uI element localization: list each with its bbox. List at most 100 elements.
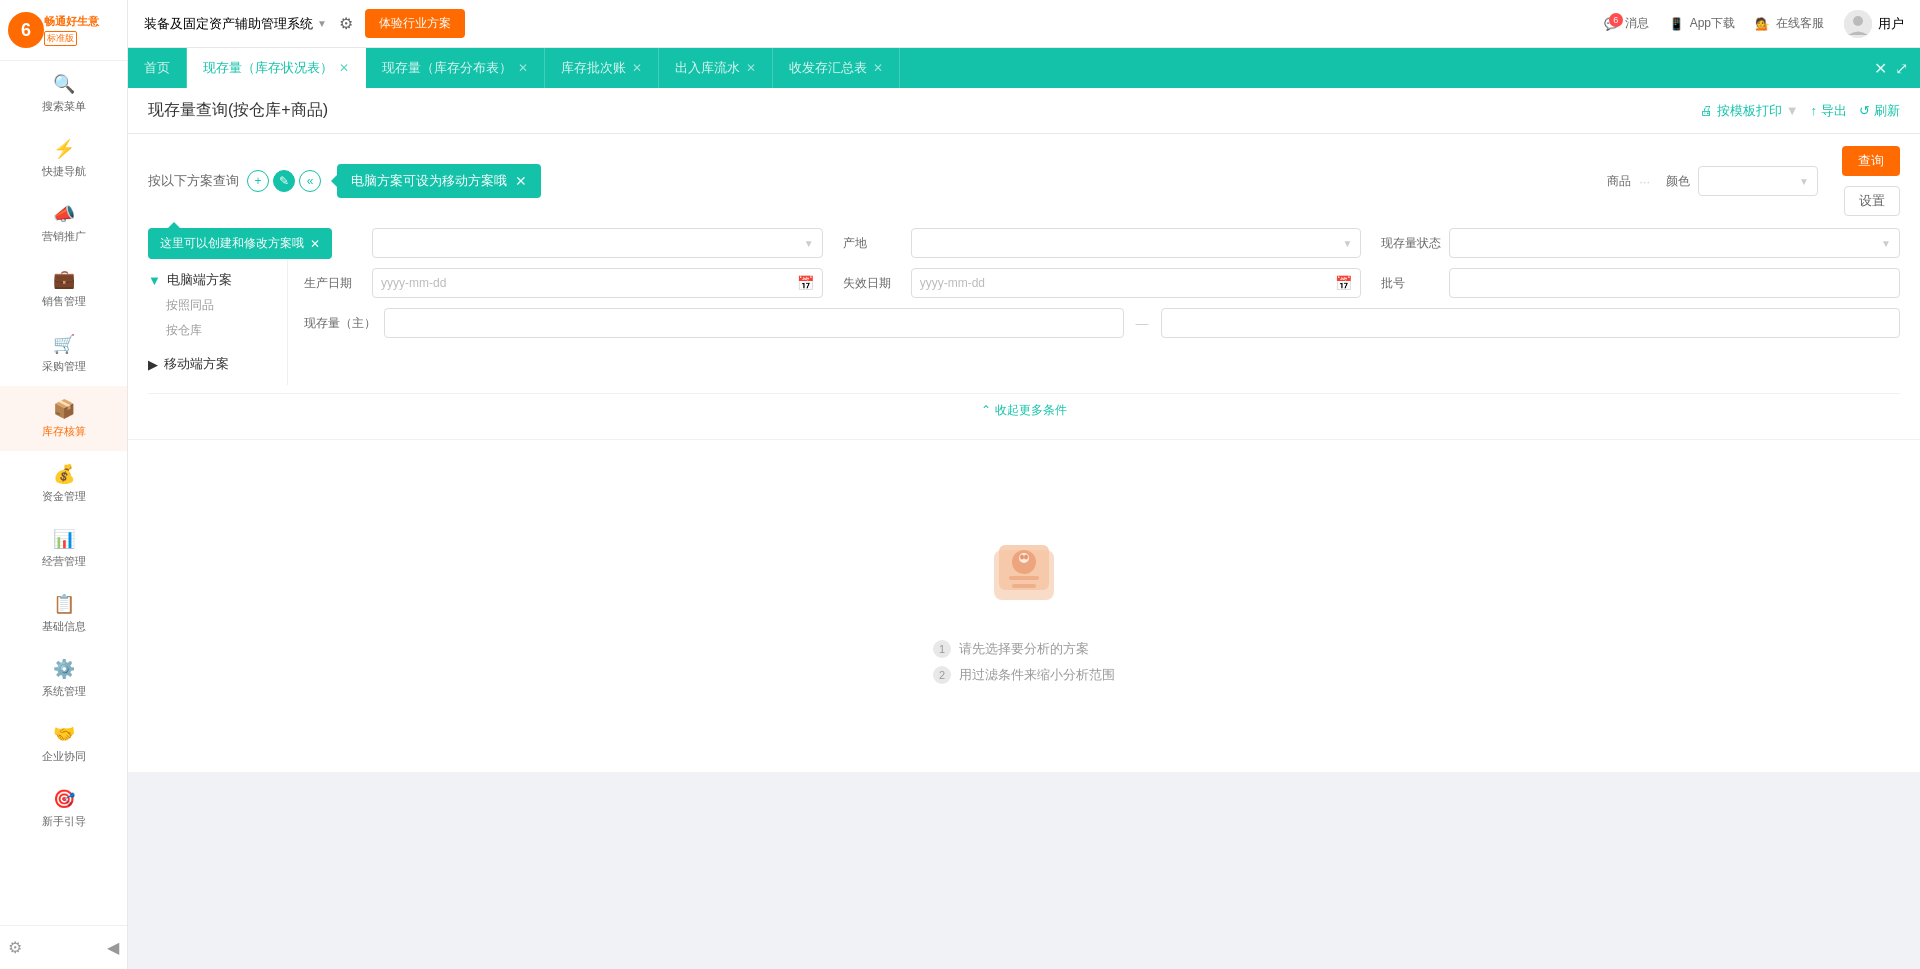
print-icon: 🖨 bbox=[1700, 103, 1713, 118]
tab-close-inout-flow[interactable]: ✕ bbox=[746, 61, 756, 75]
goods-filter-header: 商品 ··· bbox=[1607, 173, 1650, 190]
sidebar-label-marketing: 营销推广 bbox=[42, 229, 86, 244]
refresh-button[interactable]: ↺ 刷新 bbox=[1859, 102, 1900, 120]
search-button-group: 查询 设置 bbox=[1834, 146, 1900, 216]
tab-inventory-dist[interactable]: 现存量（库存分布表） ✕ bbox=[366, 48, 545, 88]
sidebar-item-system[interactable]: ⚙️ 系统管理 bbox=[0, 646, 127, 711]
filter-section: 按以下方案查询 + ✎ « 电脑方案可设为移动方案哦 ✕ 商品 bbox=[128, 134, 1920, 440]
tab-close-all-icon[interactable]: ✕ bbox=[1874, 59, 1887, 78]
filter-controls: + ✎ « bbox=[247, 170, 321, 192]
finance-icon: 💰 bbox=[53, 463, 75, 485]
stock-status-select[interactable]: ▼ bbox=[1449, 228, 1900, 258]
batch-input[interactable] bbox=[1449, 268, 1900, 298]
sidebar-label-operations: 经营管理 bbox=[42, 554, 86, 569]
tooltip-arrow bbox=[168, 222, 180, 228]
sidebar-label-inventory: 库存核算 bbox=[42, 424, 86, 439]
tab-close-inventory-status[interactable]: ✕ bbox=[339, 61, 349, 75]
sidebar-item-operations[interactable]: 📊 经营管理 bbox=[0, 516, 127, 581]
phone-icon: 📱 bbox=[1669, 17, 1684, 31]
print-button[interactable]: 🖨 按模板打印 ▼ bbox=[1700, 102, 1799, 120]
scheme-tooltip-text: 电脑方案可设为移动方案哦 bbox=[351, 172, 507, 190]
app-download-item[interactable]: 📱 App下载 bbox=[1669, 15, 1735, 32]
tab-batch-account[interactable]: 库存批次账 ✕ bbox=[545, 48, 659, 88]
search-icon: 🔍 bbox=[53, 73, 75, 95]
sidebar-item-inventory[interactable]: 📦 库存核算 bbox=[0, 386, 127, 451]
filter-row-1: 尺码 ▼ 产地 ▼ bbox=[304, 228, 1900, 258]
tab-inventory-status[interactable]: 现存量（库存状况表） ✕ bbox=[187, 48, 366, 88]
empty-step-1: 1 请先选择要分析的方案 bbox=[933, 640, 1115, 658]
system-icon: ⚙️ bbox=[53, 658, 75, 680]
edit-scheme-button[interactable]: ✎ bbox=[273, 170, 295, 192]
size-select[interactable]: ▼ bbox=[372, 228, 823, 258]
reset-button[interactable]: 设置 bbox=[1844, 186, 1900, 216]
sidebar-item-search[interactable]: 🔍 搜索菜单 bbox=[0, 61, 127, 126]
tab-close-batch-account[interactable]: ✕ bbox=[632, 61, 642, 75]
sidebar-label-enterprise: 企业协同 bbox=[42, 749, 86, 764]
stock-qty-max-text[interactable] bbox=[1170, 316, 1892, 330]
scheme-tooltip-close[interactable]: ✕ bbox=[515, 173, 527, 189]
sidebar-item-purchase[interactable]: 🛒 采购管理 bbox=[0, 321, 127, 386]
sidebar-item-finance[interactable]: 💰 资金管理 bbox=[0, 451, 127, 516]
tab-receive-summary[interactable]: 收发存汇总表 ✕ bbox=[773, 48, 900, 88]
stock-qty-max-input[interactable] bbox=[1161, 308, 1901, 338]
stock-qty-min-input[interactable] bbox=[384, 308, 1124, 338]
export-icon: ↑ bbox=[1811, 103, 1818, 118]
expiry-date-input[interactable]: yyyy-mm-dd 📅 bbox=[911, 268, 1362, 298]
header-settings-icon[interactable]: ⚙ bbox=[339, 14, 353, 33]
main-area: 装备及固定资产辅助管理系统 ▼ ⚙ 体验行业方案 💬 6 消息 📱 App下载 … bbox=[128, 0, 1920, 969]
sidebar-item-guide[interactable]: 🎯 新手引导 bbox=[0, 776, 127, 841]
message-label: 消息 bbox=[1625, 15, 1649, 32]
user-info[interactable]: 用户 bbox=[1844, 10, 1904, 38]
support-item[interactable]: 💁 在线客服 bbox=[1755, 15, 1824, 32]
origin-select[interactable]: ▼ bbox=[911, 228, 1362, 258]
scheme-item-1[interactable]: 按照同品 bbox=[148, 293, 275, 318]
stock-qty-min-text[interactable] bbox=[393, 316, 1115, 330]
username-label: 用户 bbox=[1878, 15, 1904, 33]
tab-close-receive-summary[interactable]: ✕ bbox=[873, 61, 883, 75]
add-scheme-button[interactable]: + bbox=[247, 170, 269, 192]
step1-text: 请先选择要分析的方案 bbox=[959, 640, 1089, 658]
tab-actions: ✕ ⤢ bbox=[1862, 59, 1920, 78]
tab-inout-flow-label: 出入库流水 bbox=[675, 59, 740, 77]
message-item[interactable]: 💬 6 消息 bbox=[1604, 15, 1649, 32]
mobile-scheme-title[interactable]: ▶ 移动端方案 bbox=[148, 351, 275, 377]
batch-text-input[interactable] bbox=[1458, 276, 1891, 290]
system-select[interactable]: 装备及固定资产辅助管理系统 ▼ bbox=[144, 15, 327, 33]
tab-inout-flow[interactable]: 出入库流水 ✕ bbox=[659, 48, 773, 88]
tab-close-inventory-dist[interactable]: ✕ bbox=[518, 61, 528, 75]
production-calendar-icon: 📅 bbox=[797, 275, 814, 291]
tab-maximize-icon[interactable]: ⤢ bbox=[1895, 59, 1908, 78]
collapse-icon[interactable]: ◀ bbox=[107, 938, 119, 957]
color-select[interactable]: ▼ bbox=[1698, 166, 1818, 196]
sidebar-item-enterprise[interactable]: 🤝 企业协同 bbox=[0, 711, 127, 776]
support-icon: 💁 bbox=[1755, 17, 1770, 31]
user-avatar bbox=[1844, 10, 1872, 38]
sidebar-item-marketing[interactable]: 📣 营销推广 bbox=[0, 191, 127, 256]
desktop-arrow: ▼ bbox=[148, 273, 161, 288]
empty-state: 1 请先选择要分析的方案 2 用过滤条件来缩小分析范围 bbox=[128, 440, 1920, 772]
tab-home[interactable]: 首页 bbox=[128, 48, 187, 88]
create-tooltip-close[interactable]: ✕ bbox=[310, 237, 320, 251]
sidebar-label-search: 搜索菜单 bbox=[42, 99, 86, 114]
production-date-input[interactable]: yyyy-mm-dd 📅 bbox=[372, 268, 823, 298]
sidebar-item-basic[interactable]: 📋 基础信息 bbox=[0, 581, 127, 646]
header-right: 💬 6 消息 📱 App下载 💁 在线客服 用户 bbox=[1604, 10, 1904, 38]
settings-bottom-icon[interactable]: ⚙ bbox=[8, 938, 22, 957]
desktop-scheme-title[interactable]: ▼ 电脑端方案 bbox=[148, 267, 275, 293]
app-label: App下载 bbox=[1690, 15, 1735, 32]
create-scheme-tooltip: 这里可以创建和修改方案哦 ✕ bbox=[148, 228, 332, 259]
scheme-item-2[interactable]: 按仓库 bbox=[148, 318, 275, 343]
trial-button[interactable]: 体验行业方案 bbox=[365, 9, 465, 38]
back-scheme-button[interactable]: « bbox=[299, 170, 321, 192]
export-button[interactable]: ↑ 导出 bbox=[1811, 102, 1848, 120]
svg-rect-5 bbox=[1009, 576, 1039, 580]
expiry-calendar-icon: 📅 bbox=[1335, 275, 1352, 291]
enterprise-icon: 🤝 bbox=[53, 723, 75, 745]
sidebar-item-nav[interactable]: ⚡ 快捷导航 bbox=[0, 126, 127, 191]
collapse-bar[interactable]: ⌃ 收起更多条件 bbox=[148, 393, 1900, 427]
sidebar-item-sales[interactable]: 💼 销售管理 bbox=[0, 256, 127, 321]
sidebar: 6 畅通好生意 标准版 🔍 搜索菜单 ⚡ 快捷导航 📣 营销推广 💼 销售管理 … bbox=[0, 0, 128, 969]
refresh-icon: ↺ bbox=[1859, 103, 1870, 118]
search-button[interactable]: 查询 bbox=[1842, 146, 1900, 176]
svg-point-1 bbox=[1853, 16, 1863, 26]
